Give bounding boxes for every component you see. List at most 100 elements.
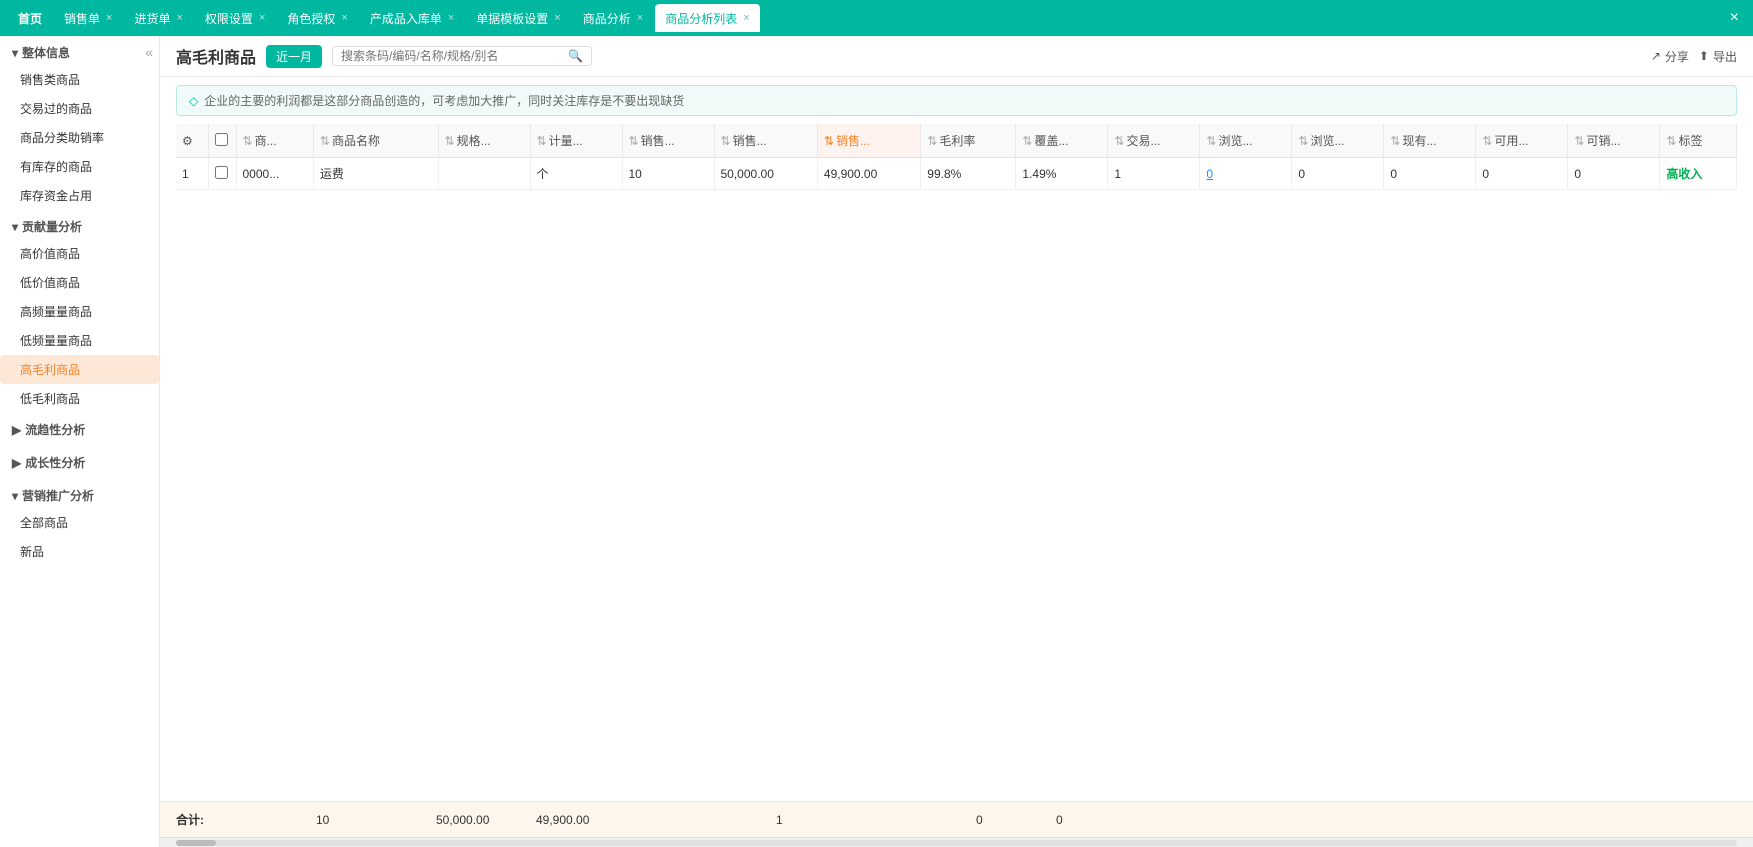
- col-stock-available[interactable]: ⇅可用...: [1476, 124, 1568, 158]
- page-title: 高毛利商品: [176, 44, 256, 68]
- analysislist-tab-label: 商品分析列表: [665, 10, 737, 27]
- footer-sales-profit: 49,900.00: [536, 813, 636, 827]
- col-sales-profit[interactable]: ⇅销售...: [817, 124, 920, 158]
- sidebar-group-growth[interactable]: ▶ 成长性分析: [0, 446, 159, 479]
- close-sales-tab[interactable]: ×: [106, 12, 112, 24]
- scroll-thumb[interactable]: [176, 840, 216, 846]
- search-icon[interactable]: 🔍: [568, 49, 583, 63]
- horizontal-scrollbar[interactable]: [160, 837, 1753, 847]
- row-browse2: 0: [1292, 158, 1384, 190]
- search-input[interactable]: [341, 49, 564, 63]
- sidebar-item-stock-goods[interactable]: 有库存的商品: [0, 152, 159, 181]
- close-purchase-tab[interactable]: ×: [176, 12, 182, 24]
- close-roles-tab[interactable]: ×: [341, 12, 347, 24]
- col-name[interactable]: ⇅商品名称: [313, 124, 438, 158]
- nav-tab-roles[interactable]: 角色授权 ×: [277, 4, 357, 32]
- nav-tab-products[interactable]: 产成品入库单 ×: [360, 4, 464, 32]
- roles-tab-label: 角色授权: [287, 10, 335, 27]
- col-tag[interactable]: ⇅标签: [1660, 124, 1737, 158]
- sidebar-item-high-margin[interactable]: 高毛利商品: [0, 355, 159, 384]
- sidebar-item-all-goods[interactable]: 全部商品: [0, 508, 159, 537]
- products-tab-label: 产成品入库单: [370, 10, 442, 27]
- sidebar-group-wealth[interactable]: ▾ 贡献量分析: [0, 210, 159, 239]
- sidebar-group-marketing-label: 营销推广分析: [22, 487, 94, 504]
- col-stock-sell[interactable]: ⇅可销...: [1568, 124, 1660, 158]
- sidebar-item-high-value[interactable]: 高价值商品: [0, 239, 159, 268]
- footer-total: 合计: 10 50,000.00 49,900.00 1 0 0: [160, 801, 1753, 837]
- chevron-down-icon: ▾: [12, 46, 18, 60]
- col-coverage[interactable]: ⇅覆盖...: [1016, 124, 1108, 158]
- close-templates-tab[interactable]: ×: [554, 12, 560, 24]
- hint-bar: ◇ 企业的主要的利润都是这部分商品创造的，可考虑加大推广，同时关注库存是不要出现…: [176, 85, 1737, 116]
- sidebar-item-traded-goods[interactable]: 交易过的商品: [0, 94, 159, 123]
- close-products-tab[interactable]: ×: [448, 12, 454, 24]
- settings-icon[interactable]: ⚙: [182, 134, 193, 148]
- sidebar: « ▾ 整体信息 销售类商品 交易过的商品 商品分类助销率 有库存的商品 库存资…: [0, 36, 160, 847]
- nav-tab-purchase[interactable]: 进货单 ×: [124, 4, 192, 32]
- col-unit[interactable]: ⇅计量...: [530, 124, 622, 158]
- row-trade: 1: [1108, 158, 1200, 190]
- row-code: 0000...: [236, 158, 313, 190]
- col-browse2[interactable]: ⇅浏览...: [1292, 124, 1384, 158]
- col-trade[interactable]: ⇅交易...: [1108, 124, 1200, 158]
- sidebar-group-wealth-label: 贡献量分析: [22, 218, 82, 235]
- share-button[interactable]: ↗ 分享: [1651, 48, 1689, 65]
- sidebar-group-marketing[interactable]: ▾ 营销推广分析: [0, 479, 159, 508]
- sidebar-item-sales-goods[interactable]: 销售类商品: [0, 65, 159, 94]
- nav-tab-analysislist[interactable]: 商品分析列表 ×: [655, 4, 759, 32]
- sidebar-group-flow-label: 流趋性分析: [25, 421, 85, 438]
- nav-tab-home[interactable]: 首页: [8, 4, 52, 32]
- col-stock-current[interactable]: ⇅现有...: [1384, 124, 1476, 158]
- sidebar-group-overall-label: 整体信息: [22, 44, 70, 61]
- col-code[interactable]: ⇅商...: [236, 124, 313, 158]
- export-label: 导出: [1713, 48, 1737, 65]
- close-analysislist-tab[interactable]: ×: [743, 12, 749, 24]
- sidebar-item-low-freq[interactable]: 低频量量商品: [0, 326, 159, 355]
- col-sales-amount[interactable]: ⇅销售...: [714, 124, 817, 158]
- sidebar-item-low-value[interactable]: 低价值商品: [0, 268, 159, 297]
- col-settings[interactable]: ⚙: [176, 124, 208, 158]
- search-box[interactable]: 🔍: [332, 46, 592, 66]
- nav-tab-templates[interactable]: 单据模板设置 ×: [466, 4, 570, 32]
- close-permissions-tab[interactable]: ×: [259, 12, 265, 24]
- select-all-checkbox[interactable]: [215, 133, 228, 146]
- row-select-checkbox[interactable]: [215, 166, 228, 179]
- scroll-track[interactable]: [176, 840, 1737, 846]
- nav-tab-analysis[interactable]: 商品分析 ×: [573, 4, 653, 32]
- hint-icon: ◇: [189, 94, 198, 108]
- row-sales-amount: 50,000.00: [714, 158, 817, 190]
- hint-text: 企业的主要的利润都是这部分商品创造的，可考虑加大推广，同时关注库存是不要出现缺货: [204, 92, 684, 109]
- sidebar-item-low-margin[interactable]: 低毛利商品: [0, 384, 159, 413]
- chevron-right-icon-flow: ▶: [12, 423, 21, 437]
- analysis-tab-label: 商品分析: [583, 10, 631, 27]
- row-browse1[interactable]: 0: [1200, 158, 1292, 190]
- export-icon: ⬆: [1699, 49, 1709, 63]
- row-stock-available: 0: [1476, 158, 1568, 190]
- sidebar-item-stock-capital[interactable]: 库存资金占用: [0, 181, 159, 210]
- top-navigation: 首页 销售单 × 进货单 × 权限设置 × 角色授权 × 产成品入库单 × 单据…: [0, 0, 1753, 36]
- col-margin-rate[interactable]: ⇅毛利率: [921, 124, 1016, 158]
- col-spec[interactable]: ⇅规格...: [438, 124, 530, 158]
- row-sales-profit: 49,900.00: [817, 158, 920, 190]
- sidebar-item-goods-assist[interactable]: 商品分类助销率: [0, 123, 159, 152]
- footer-trade: 1: [776, 813, 856, 827]
- nav-tab-sales[interactable]: 销售单 ×: [54, 4, 122, 32]
- row-checkbox[interactable]: [208, 158, 236, 190]
- sidebar-group-flow[interactable]: ▶ 流趋性分析: [0, 413, 159, 446]
- templates-tab-label: 单据模板设置: [476, 10, 548, 27]
- close-all-tabs[interactable]: ×: [1724, 9, 1745, 27]
- chevron-right-icon-growth: ▶: [12, 456, 21, 470]
- filter-recent-month-button[interactable]: 近一月: [266, 45, 322, 68]
- col-checkbox[interactable]: [208, 124, 236, 158]
- export-button[interactable]: ⬆ 导出: [1699, 48, 1737, 65]
- close-analysis-tab[interactable]: ×: [637, 12, 643, 24]
- footer-total-label: 合计:: [176, 811, 316, 828]
- nav-tab-permissions[interactable]: 权限设置 ×: [195, 4, 275, 32]
- sidebar-group-overall[interactable]: ▾ 整体信息: [0, 36, 159, 65]
- sidebar-item-high-freq[interactable]: 高频量量商品: [0, 297, 159, 326]
- col-browse1[interactable]: ⇅浏览...: [1200, 124, 1292, 158]
- sidebar-item-new-goods[interactable]: 新品: [0, 537, 159, 566]
- row-spec: [438, 158, 530, 190]
- col-sales-qty[interactable]: ⇅销售...: [622, 124, 714, 158]
- sidebar-collapse-button[interactable]: «: [145, 44, 153, 60]
